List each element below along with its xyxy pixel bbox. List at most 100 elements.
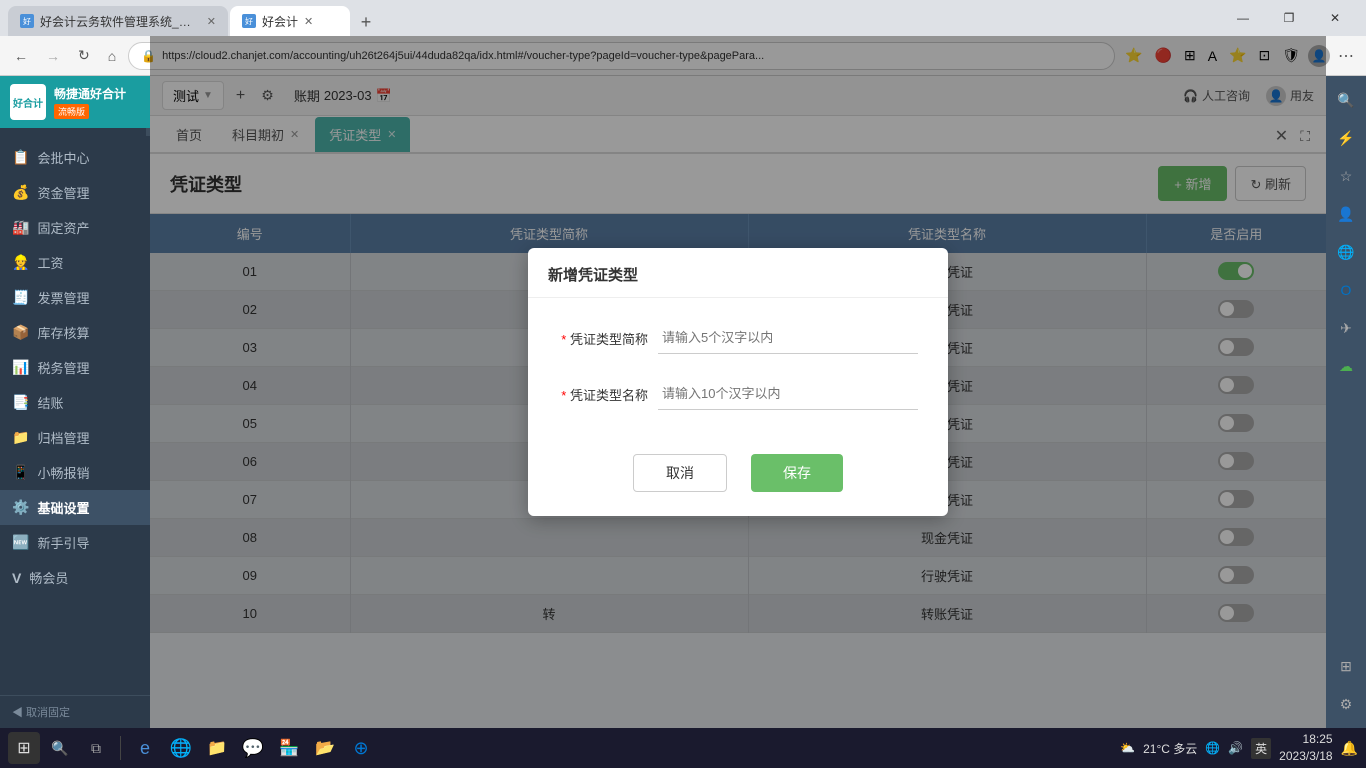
sidebar-logo: 好合计 畅捷通好合计 流畅版 — [0, 76, 150, 128]
taskbar-chrome-btn[interactable]: 🌐 — [165, 732, 197, 764]
forward-btn[interactable]: → — [40, 44, 66, 68]
assets-icon: 🏭 — [12, 219, 29, 236]
funds-icon: 💰 — [12, 184, 29, 201]
sidebar-item-settings[interactable]: ⚙️ 基础设置 — [0, 490, 150, 525]
back-btn[interactable]: ← — [8, 44, 34, 68]
tab1-close[interactable]: ✕ — [207, 15, 216, 28]
cancel-button[interactable]: 取消 — [633, 454, 727, 492]
right-outlook-btn[interactable]: O — [1330, 274, 1362, 306]
tax-label: 税务管理 — [37, 358, 89, 377]
logo-icon: 好合计 — [10, 84, 46, 120]
taskbar-right-area: ⛅ 21°C 多云 🌐 🔊 英 18:25 2023/3/18 🔔 — [1120, 731, 1358, 765]
close-btn[interactable]: ✕ — [1312, 4, 1358, 32]
sidebar-item-close[interactable]: 📑 结账 — [0, 385, 150, 420]
reload-btn[interactable]: ↻ — [72, 43, 96, 68]
short-name-label: * 凭证类型简称 — [558, 329, 648, 348]
inventory-label: 库存核算 — [37, 323, 89, 342]
more-btn[interactable]: ⋯ — [1334, 44, 1358, 68]
full-name-label: * 凭证类型名称 — [558, 385, 648, 404]
short-name-row: * 凭证类型简称 — [558, 322, 918, 354]
modal-body: * 凭证类型简称 * 凭证类型名称 — [528, 298, 948, 442]
tab1-favicon: 好 — [20, 14, 34, 28]
funds-label: 资金管理 — [37, 183, 89, 202]
home-btn[interactable]: ⌂ — [102, 44, 122, 68]
save-button[interactable]: 保存 — [751, 454, 843, 492]
right-cloud-btn[interactable]: ☁ — [1330, 350, 1362, 382]
modal-header: 新增凭证类型 — [528, 248, 948, 298]
right-person-btn[interactable]: 👤 — [1330, 198, 1362, 230]
logo-text: 畅捷通好合计 — [54, 85, 126, 102]
taskbar-edge-btn[interactable]: e — [129, 732, 161, 764]
payroll-icon: 👷 — [12, 254, 29, 271]
volume-icon: 🔊 — [1228, 741, 1243, 755]
reports-label: 会批中心 — [37, 148, 89, 167]
archive-label: 归档管理 — [37, 428, 89, 447]
new-tab-btn[interactable]: + — [352, 8, 380, 36]
right-circle-btn[interactable]: 🌐 — [1330, 236, 1362, 268]
minimize-btn[interactable]: — — [1220, 4, 1266, 32]
tab1-label: 好会计云务软件管理系统_会计 — [40, 13, 201, 30]
taskbar-search-btn[interactable]: 🔍 — [44, 732, 76, 764]
sidebar-item-expense[interactable]: 📱 小畅报销 — [0, 455, 150, 490]
notification-btn[interactable]: 🔔 — [1341, 740, 1358, 757]
right-mail-btn[interactable]: ✈ — [1330, 312, 1362, 344]
network-icon: 🌐 — [1205, 741, 1220, 755]
sidebar-item-tax[interactable]: 📊 税务管理 — [0, 350, 150, 385]
right-bolt-btn[interactable]: ⚡ — [1330, 122, 1362, 154]
sidebar-item-invoice[interactable]: 🧾 发票管理 — [0, 280, 150, 315]
tab2-close[interactable]: ✕ — [304, 15, 313, 28]
weather-text: 21°C 多云 — [1143, 740, 1197, 757]
modal-dialog: 新增凭证类型 * 凭证类型简称 * 凭证类型名称 取消 保存 — [528, 248, 948, 516]
guide-label: 新手引导 — [37, 533, 89, 552]
right-settings-btn[interactable]: ⚙ — [1330, 688, 1362, 720]
sidebar-item-guide[interactable]: 🆕 新手引导 — [0, 525, 150, 560]
input-lang: 英 — [1251, 738, 1271, 759]
taskbar-files-btn[interactable]: 📂 — [309, 732, 341, 764]
sidebar-item-assets[interactable]: 🏭 固定资产 — [0, 210, 150, 245]
taskbar-multitask-btn[interactable]: ⧉ — [80, 732, 112, 764]
sidebar-item-archive[interactable]: 📁 归档管理 — [0, 420, 150, 455]
maximize-btn[interactable]: ❐ — [1266, 4, 1312, 32]
modal-overlay: 新增凭证类型 * 凭证类型简称 * 凭证类型名称 取消 保存 — [150, 36, 1326, 728]
inventory-icon: 📦 — [12, 324, 29, 341]
tab2-label: 好会计 — [262, 13, 298, 30]
modal-footer: 取消 保存 — [528, 442, 948, 516]
reports-icon: 📋 — [12, 149, 29, 166]
right-search-btn[interactable]: 🔍 — [1330, 84, 1362, 116]
taskbar-edge2-btn[interactable]: ⊕ — [345, 732, 377, 764]
taskbar-app5-btn[interactable]: 🏪 — [273, 732, 305, 764]
taskbar-explorer-btn[interactable]: 📁 — [201, 732, 233, 764]
sidebar-item-reports[interactable]: 📋 会批中心 — [0, 140, 150, 175]
right-star-btn[interactable]: ☆ — [1330, 160, 1362, 192]
sidebar-item-inventory[interactable]: 📦 库存核算 — [0, 315, 150, 350]
archive-icon: 📁 — [12, 429, 29, 446]
clock: 18:25 2023/3/18 — [1279, 731, 1332, 765]
payroll-label: 工资 — [37, 253, 63, 272]
start-btn[interactable]: ⊞ — [8, 732, 40, 764]
expense-icon: 📱 — [12, 464, 29, 481]
right-panel: 🔍 ⚡ ☆ 👤 🌐 O ✈ ☁ ⊞ ⚙ — [1326, 76, 1366, 728]
unpin-label: ◀ 取消固定 — [12, 707, 70, 719]
sidebar: 好合计 畅捷通好合计 流畅版 📋 会批中心 💰 资金管理 — [0, 76, 150, 728]
sidebar-item-funds[interactable]: 💰 资金管理 — [0, 175, 150, 210]
sidebar-footer[interactable]: ◀ 取消固定 — [0, 695, 150, 728]
close-period-icon: 📑 — [12, 394, 29, 411]
full-name-input[interactable] — [658, 378, 918, 410]
modal-title: 新增凭证类型 — [548, 267, 638, 284]
close-period-label: 结账 — [37, 393, 63, 412]
browser-tab-2[interactable]: 好 好会计 ✕ — [230, 6, 350, 36]
right-grid-btn[interactable]: ⊞ — [1330, 650, 1362, 682]
sidebar-nav: 📋 会批中心 💰 资金管理 🏭 固定资产 👷 工资 🧾 发票管理 — [0, 136, 150, 695]
tab2-favicon: 好 — [242, 14, 256, 28]
invoice-icon: 🧾 — [12, 289, 29, 306]
browser-tab-1[interactable]: 好 好会计云务软件管理系统_会计 ✕ — [8, 6, 228, 36]
date: 2023/3/18 — [1279, 748, 1332, 765]
sidebar-item-vip[interactable]: V 畅会员 — [0, 560, 150, 595]
guide-icon: 🆕 — [12, 534, 29, 551]
short-name-input[interactable] — [658, 322, 918, 354]
full-name-row: * 凭证类型名称 — [558, 378, 918, 410]
sidebar-item-payroll[interactable]: 👷 工资 — [0, 245, 150, 280]
taskbar-wechat-btn[interactable]: 💬 — [237, 732, 269, 764]
assets-label: 固定资产 — [37, 218, 89, 237]
settings-icon: ⚙️ — [12, 499, 29, 516]
